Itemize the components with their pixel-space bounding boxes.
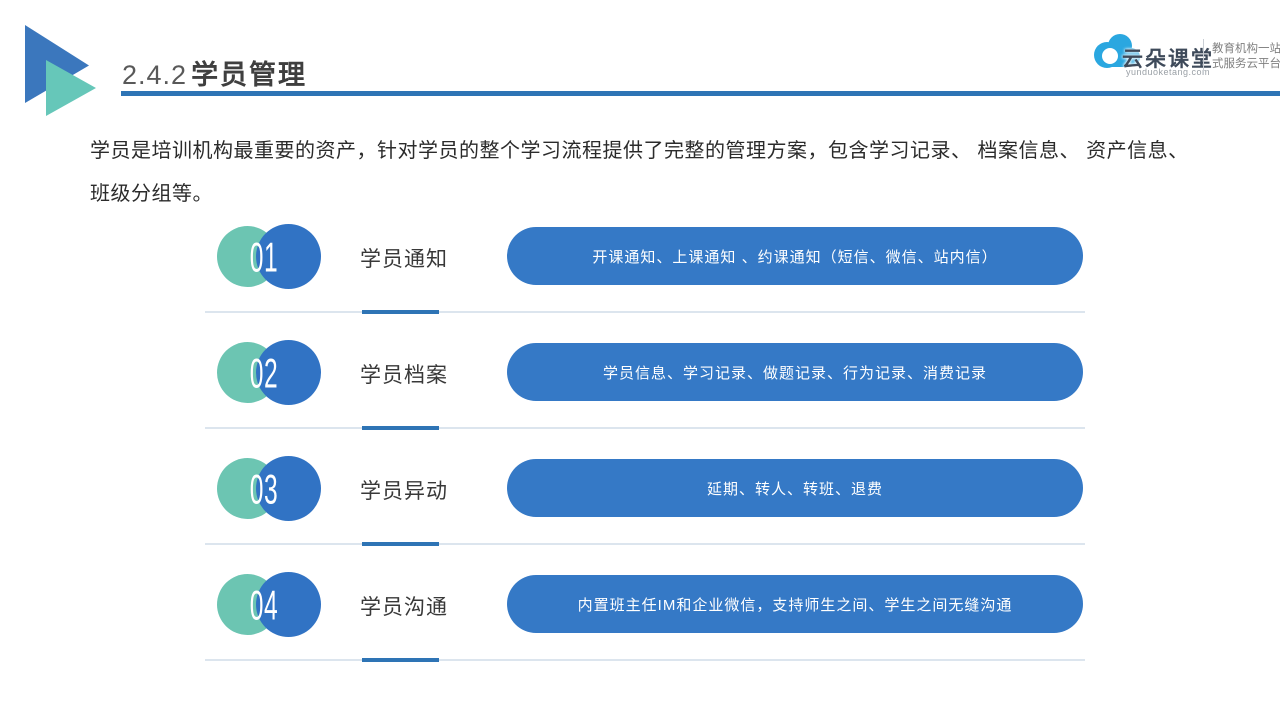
row-divider-accent — [362, 542, 439, 546]
feature-row-archive: 02 学员档案 学员信息、学习记录、做题记录、行为记录、消费记录 — [205, 315, 1085, 431]
row-number-badge: 02 — [247, 349, 282, 398]
row-divider — [205, 427, 1085, 429]
brand-logo: 云朵课堂 yunduoketang.com 教育机构一站 式服务云平台 — [1090, 30, 1270, 82]
section-number: 2.4.2 — [122, 60, 187, 90]
row-divider — [205, 543, 1085, 545]
feature-row-notify: 01 学员通知 开课通知、上课通知 、约课通知（短信、微信、站内信） — [205, 199, 1085, 315]
page-title-text: 学员管理 — [191, 60, 307, 90]
row-divider — [205, 659, 1085, 661]
row-label: 学员档案 — [360, 359, 444, 389]
brand-tagline-line2: 式服务云平台 — [1212, 57, 1280, 72]
title-underline — [121, 91, 1280, 96]
brand-divider — [1203, 39, 1204, 75]
row-divider-accent — [362, 426, 439, 430]
page-title: 2.4.2学员管理 — [122, 53, 307, 92]
row-number-badge: 01 — [247, 233, 282, 282]
row-divider-accent — [362, 658, 439, 662]
row-label: 学员异动 — [360, 475, 444, 505]
row-number-badge: 04 — [247, 581, 282, 630]
brand-tagline: 教育机构一站 式服务云平台 — [1212, 42, 1280, 72]
brand-domain: yunduoketang.com — [1126, 67, 1210, 77]
row-label: 学员通知 — [360, 243, 444, 273]
feature-row-change: 03 学员异动 延期、转人、转班、退费 — [205, 431, 1085, 547]
brand-tagline-line1: 教育机构一站 — [1212, 42, 1280, 57]
row-divider — [205, 311, 1085, 313]
detail-pill: 开课通知、上课通知 、约课通知（短信、微信、站内信） — [507, 227, 1083, 285]
detail-pill: 内置班主任IM和企业微信，支持师生之间、学生之间无缝沟通 — [507, 575, 1083, 633]
detail-pill: 延期、转人、转班、退费 — [507, 459, 1083, 517]
row-divider-accent — [362, 310, 439, 314]
detail-pill: 学员信息、学习记录、做题记录、行为记录、消费记录 — [507, 343, 1083, 401]
feature-row-communication: 04 学员沟通 内置班主任IM和企业微信，支持师生之间、学生之间无缝沟通 — [205, 547, 1085, 663]
row-label: 学员沟通 — [360, 591, 444, 621]
row-number-badge: 03 — [247, 465, 282, 514]
slide-canvas: { "header": { "section_number": "2.4.2",… — [0, 0, 1280, 720]
feature-rows: 01 学员通知 开课通知、上课通知 、约课通知（短信、微信、站内信） 02 学员… — [205, 199, 1085, 663]
intro-line1: 学员是培训机构最重要的资产，针对学员的整个学习流程提供了完整的管理方案，包含学习… — [90, 130, 1230, 173]
